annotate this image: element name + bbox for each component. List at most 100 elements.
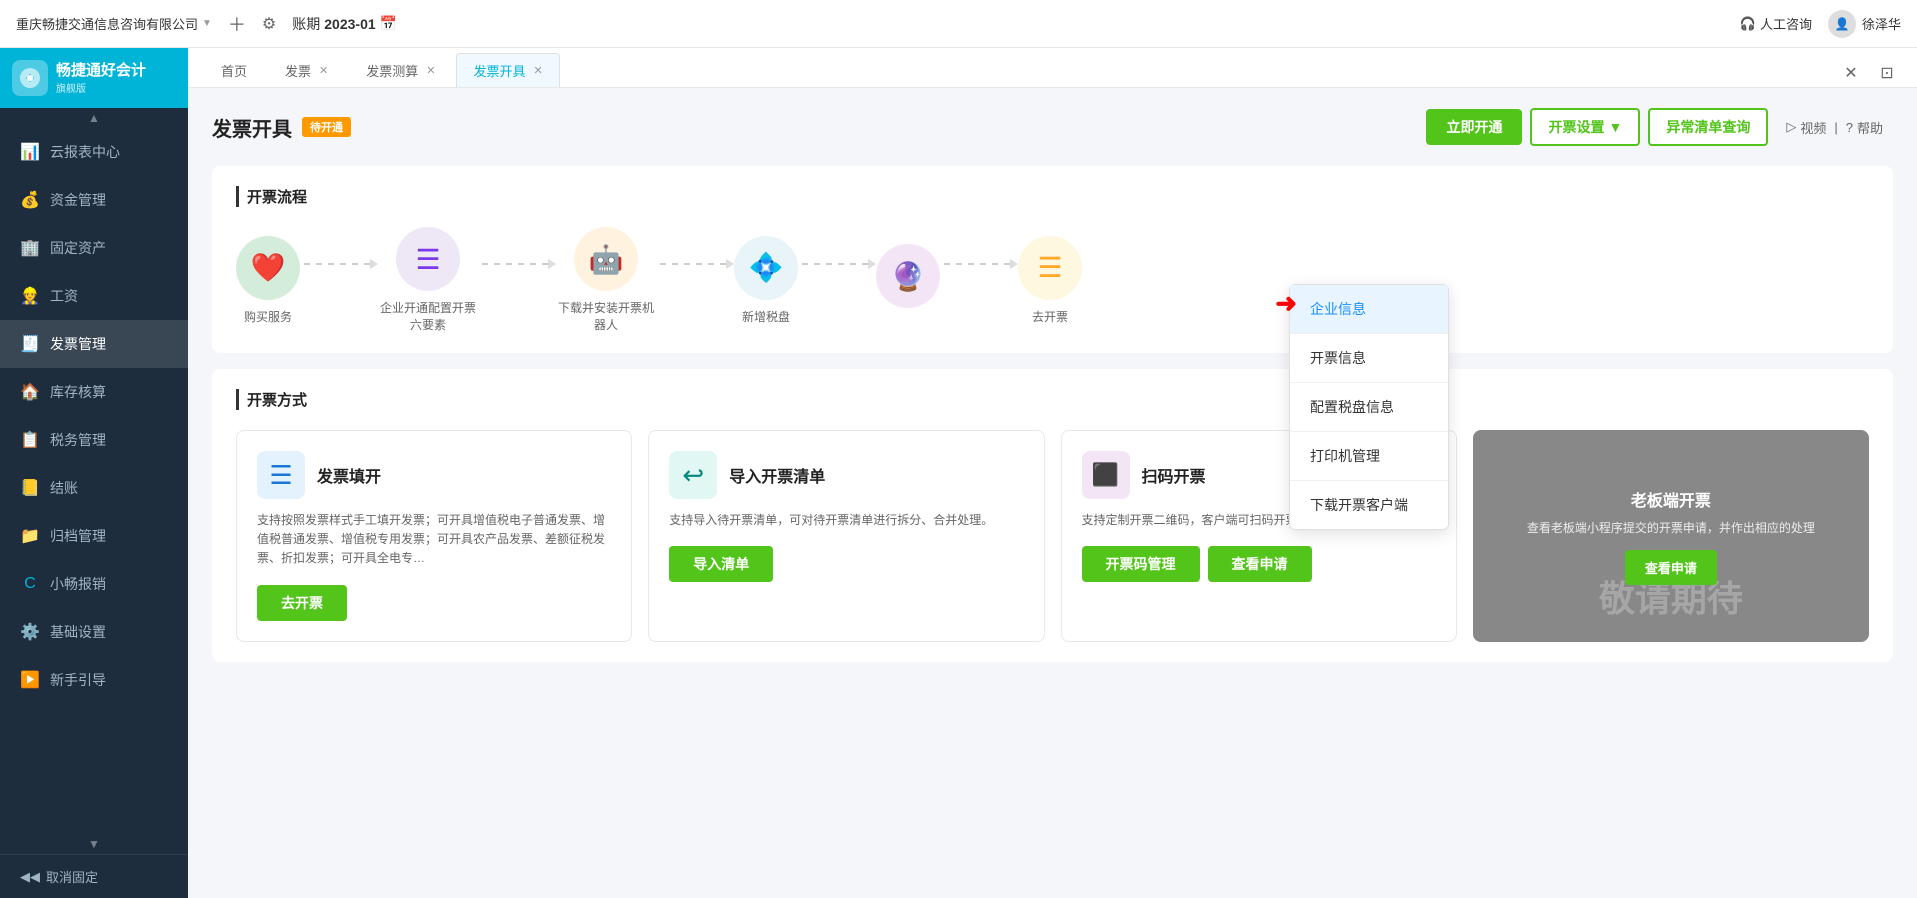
dropdown-item-download[interactable]: 下载开票客户端 — [1290, 481, 1448, 529]
step-label-2: 企业开通配置开票六要素 — [378, 299, 478, 333]
step-icon-6: ☰ — [1018, 236, 1082, 300]
worker-icon: 👷 — [20, 286, 40, 306]
flow-step-5: 🔮 — [876, 244, 940, 316]
flow-arrow-2 — [482, 263, 552, 265]
dropdown-item-kaipiaoinfo[interactable]: 开票信息 — [1290, 334, 1448, 382]
sidebar-label-jiezhang: 结账 — [50, 478, 78, 498]
tiankao-go-button[interactable]: 去开票 — [257, 585, 347, 621]
pin-icon: ◀◀ — [20, 869, 40, 885]
page-title-area: 发票开具 待开通 — [212, 113, 351, 142]
avatar: 👤 — [1828, 10, 1856, 38]
tab-fapiaocesuan-close[interactable]: ✕ — [426, 64, 435, 77]
page-header: 发票开具 待开通 立即开通 开票设置 ▼ 异常清单查询 ▷ 视频 | ? — [212, 108, 1893, 146]
guide-icon: ▶️ — [20, 670, 40, 690]
tab-fapiaokaju-label: 发票开具 — [473, 61, 525, 80]
promo-icon: C — [20, 574, 40, 594]
sidebar-item-yunbaobiao[interactable]: 📊 云报表中心 — [0, 128, 188, 176]
saoma-code-button[interactable]: 开票码管理 — [1082, 546, 1200, 582]
sidebar-label-gudingzichan: 固定资产 — [50, 238, 106, 258]
page-title: 发票开具 — [212, 113, 292, 142]
method-tiankao-header: ☰ 发票填开 — [257, 451, 611, 499]
close-window-button[interactable]: ✕ — [1837, 59, 1865, 87]
step-label-4: 新增税盘 — [742, 308, 790, 325]
flow-section-title: 开票流程 — [236, 186, 1869, 207]
daoru-import-button[interactable]: 导入清单 — [669, 546, 773, 582]
chevron-down-icon: ▼ — [202, 18, 212, 29]
saoma-apply-button[interactable]: 查看申请 — [1208, 546, 1312, 582]
chevron-settings-icon: ▼ — [1608, 119, 1622, 135]
method-tiankao-title: 发票填开 — [317, 463, 381, 487]
sidebar-scroll-up[interactable]: ▲ — [0, 108, 188, 128]
play-icon: ▷ — [1786, 119, 1796, 135]
sidebar-item-gudingzichan[interactable]: 🏢 固定资产 — [0, 224, 188, 272]
sidebar-item-fapiao[interactable]: 🧾 发票管理 — [0, 320, 188, 368]
sidebar-item-shuiwu[interactable]: 📋 税务管理 — [0, 416, 188, 464]
dropdown-item-qiyeinfo[interactable]: 企业信息 — [1290, 285, 1448, 333]
tab-fapiaocesuan[interactable]: 发票测算 ✕ — [349, 53, 452, 87]
building-icon: 🏢 — [20, 238, 40, 258]
tab-fapiaokaju[interactable]: 发票开具 ✕ — [456, 53, 559, 87]
method-card-tiankao: ☰ 发票填开 支持按照发票样式手工填开发票；可开具增值税电子普通发票、增值税普通… — [236, 430, 632, 642]
user-menu[interactable]: 👤 徐泽华 — [1828, 10, 1901, 38]
laobanduan-desc: 查看老板端小程序提交的开票申请，并作出相应的处理 — [1527, 519, 1815, 538]
settings-gear-icon[interactable]: ⚙ — [262, 14, 276, 34]
sidebar-item-zijin[interactable]: 💰 资金管理 — [0, 176, 188, 224]
step-label-6: 去开票 — [1032, 308, 1068, 325]
method-saoma-icon: ⬛ — [1082, 451, 1130, 499]
sidebar-label-jichushezhi: 基础设置 — [50, 622, 106, 642]
activate-button[interactable]: 立即开通 — [1426, 109, 1522, 145]
dropdown-item-peizhi[interactable]: 配置税盘信息 — [1290, 383, 1448, 431]
settings-button[interactable]: 开票设置 ▼ — [1530, 108, 1640, 146]
period-value: 2023-01 — [324, 16, 375, 32]
top-bar: 重庆畅捷交通信息咨询有限公司 ▼ ＋ ⚙ 账期 2023-01 📅 🎧 人工咨询… — [0, 0, 1917, 48]
query-button[interactable]: 异常清单查询 — [1648, 108, 1768, 146]
maximize-window-button[interactable]: ⊡ — [1873, 59, 1901, 87]
flow-steps: ❤️ 购买服务 ☰ 企业开通配置开票六要素 🤖 下载并安装开票机器人 — [236, 227, 1869, 333]
video-button[interactable]: ▷ 视频 | ? 帮助 — [1776, 111, 1893, 144]
help-icon: ? — [1846, 120, 1853, 135]
company-selector[interactable]: 重庆畅捷交通信息咨询有限公司 ▼ — [16, 14, 212, 33]
flow-step-2: ☰ 企业开通配置开票六要素 — [378, 227, 478, 333]
step-label-1: 购买服务 — [244, 308, 292, 325]
tab-bar-end: ✕ ⊡ — [1837, 59, 1901, 87]
step-icon-4: 💠 — [734, 236, 798, 300]
sidebar-item-gongzi[interactable]: 👷 工资 — [0, 272, 188, 320]
method-tiankao-desc: 支持按照发票样式手工填开发票；可开具增值税电子普通发票、增值税普通发票、增值税专… — [257, 511, 611, 569]
sidebar-item-xinshou[interactable]: ▶️ 新手引导 — [0, 656, 188, 704]
tab-home[interactable]: 首页 — [204, 53, 264, 87]
main-layout: 畅捷通好会计 旗舰版 ▲ 📊 云报表中心 💰 资金管理 🏢 固定资产 👷 工资 — [0, 48, 1917, 898]
calendar-icon[interactable]: 📅 — [380, 15, 397, 32]
dropdown-item-printer[interactable]: 打印机管理 — [1290, 432, 1448, 480]
company-name-text: 重庆畅捷交通信息咨询有限公司 — [16, 14, 198, 33]
sidebar-item-jichushezhi[interactable]: ⚙️ 基础设置 — [0, 608, 188, 656]
account-icon: 📒 — [20, 478, 40, 498]
tab-fapiao-label: 发票 — [285, 61, 311, 80]
tab-bar: 首页 发票 ✕ 发票测算 ✕ 发票开具 ✕ ✕ ⊡ — [188, 48, 1917, 88]
invoice-icon: 🧾 — [20, 334, 40, 354]
add-button[interactable]: ＋ — [228, 11, 246, 37]
methods-section: 开票方式 ☰ 发票填开 支持按照发票样式手工填开发票；可开具增值税电子普通发票、… — [212, 369, 1893, 662]
methods-section-title: 开票方式 — [236, 389, 1869, 410]
sidebar-label-kucun: 库存核算 — [50, 382, 106, 402]
sidebar-item-guidang[interactable]: 📁 归档管理 — [0, 512, 188, 560]
logo-text-area: 畅捷通好会计 旗舰版 — [56, 62, 146, 95]
tab-fapiao[interactable]: 发票 ✕ — [268, 53, 345, 87]
flow-arrow-3 — [660, 263, 730, 265]
step-icon-3: 🤖 — [574, 227, 638, 291]
step-icon-2: ☰ — [396, 227, 460, 291]
status-badge: 待开通 — [302, 117, 351, 137]
store-icon: 🏠 — [20, 382, 40, 402]
laobanduan-apply-button[interactable]: 查看申请 — [1625, 550, 1717, 585]
sidebar-item-kucun[interactable]: 🏠 库存核算 — [0, 368, 188, 416]
sidebar-bottom-action[interactable]: ◀◀ 取消固定 — [0, 854, 188, 898]
tab-fapiao-close[interactable]: ✕ — [319, 64, 328, 77]
sidebar-label-xinshou: 新手引导 — [50, 670, 106, 690]
step-icon-1: ❤️ — [236, 236, 300, 300]
sidebar-scroll-down[interactable]: ▼ — [0, 834, 188, 854]
support-button[interactable]: 🎧 人工咨询 — [1740, 14, 1812, 33]
sidebar: 畅捷通好会计 旗舰版 ▲ 📊 云报表中心 💰 资金管理 🏢 固定资产 👷 工资 — [0, 48, 188, 898]
sidebar-label-xiaochang: 小畅报销 — [50, 574, 106, 594]
sidebar-item-xiaochang[interactable]: C 小畅报销 — [0, 560, 188, 608]
sidebar-item-jiezhang[interactable]: 📒 结账 — [0, 464, 188, 512]
tab-fapiaokaju-close[interactable]: ✕ — [534, 64, 543, 77]
